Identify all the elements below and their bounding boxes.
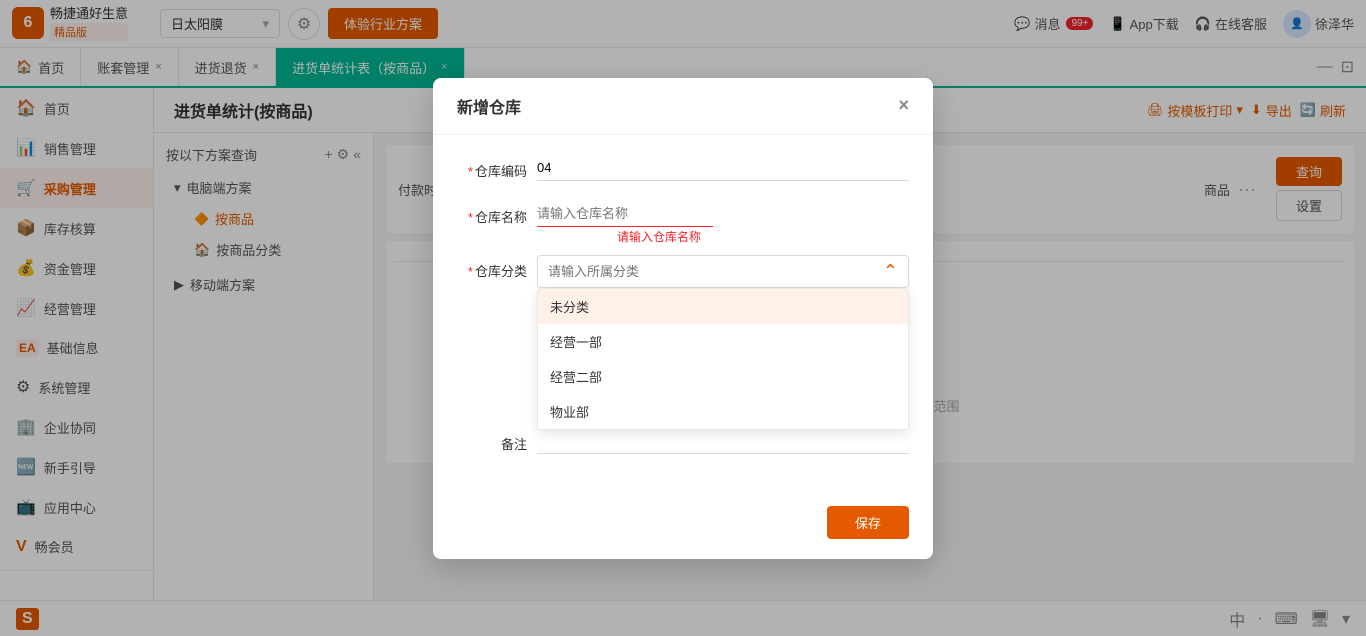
remarks-input[interactable] bbox=[537, 428, 909, 454]
modal-close-button[interactable]: × bbox=[898, 95, 909, 116]
warehouse-name-wrapper: 请输入仓库名称 bbox=[537, 201, 909, 227]
warehouse-code-row: 仓库编码 bbox=[457, 155, 909, 181]
warehouse-category-label: 仓库分类 bbox=[457, 255, 537, 280]
dropdown-option-none[interactable]: 未分类 bbox=[538, 289, 908, 324]
modal-title: 新增仓库 bbox=[457, 94, 521, 118]
warehouse-name-label: 仓库名称 bbox=[457, 201, 537, 226]
modal-new-warehouse: 新增仓库 × 仓库编码 仓库名称 请输入仓库名称 仓库分类 bbox=[433, 78, 933, 559]
warehouse-category-row: 仓库分类 ⌃ 未分类 经营一部 经营二部 物业部 bbox=[457, 255, 909, 288]
warehouse-code-label: 仓库编码 bbox=[457, 155, 537, 180]
remarks-label: 备注 bbox=[457, 428, 537, 453]
warehouse-category-wrapper: ⌃ 未分类 经营一部 经营二部 物业部 bbox=[537, 255, 909, 288]
warehouse-category-dropdown-list: 未分类 经营一部 经营二部 物业部 bbox=[537, 288, 909, 430]
dropdown-option-dept2[interactable]: 经营二部 bbox=[538, 359, 908, 394]
dropdown-chevron-up-icon[interactable]: ⌃ bbox=[883, 261, 898, 282]
warehouse-name-row: 仓库名称 请输入仓库名称 bbox=[457, 201, 909, 227]
modal-overlay[interactable]: 新增仓库 × 仓库编码 仓库名称 请输入仓库名称 仓库分类 bbox=[0, 0, 1366, 636]
warehouse-name-input[interactable] bbox=[537, 201, 713, 227]
remarks-row: 备注 bbox=[457, 428, 909, 454]
save-button[interactable]: 保存 bbox=[827, 506, 909, 539]
warehouse-category-input[interactable] bbox=[548, 264, 883, 279]
modal-body: 仓库编码 仓库名称 请输入仓库名称 仓库分类 ⌃ bbox=[433, 135, 933, 494]
warehouse-category-dropdown[interactable]: ⌃ bbox=[537, 255, 909, 288]
dropdown-option-property[interactable]: 物业部 bbox=[538, 394, 908, 429]
warehouse-name-error: 请输入仓库名称 bbox=[617, 228, 701, 245]
warehouse-code-input[interactable] bbox=[537, 155, 909, 181]
dropdown-option-dept1[interactable]: 经营一部 bbox=[538, 324, 908, 359]
modal-header: 新增仓库 × bbox=[433, 78, 933, 135]
modal-footer: 保存 bbox=[433, 494, 933, 559]
